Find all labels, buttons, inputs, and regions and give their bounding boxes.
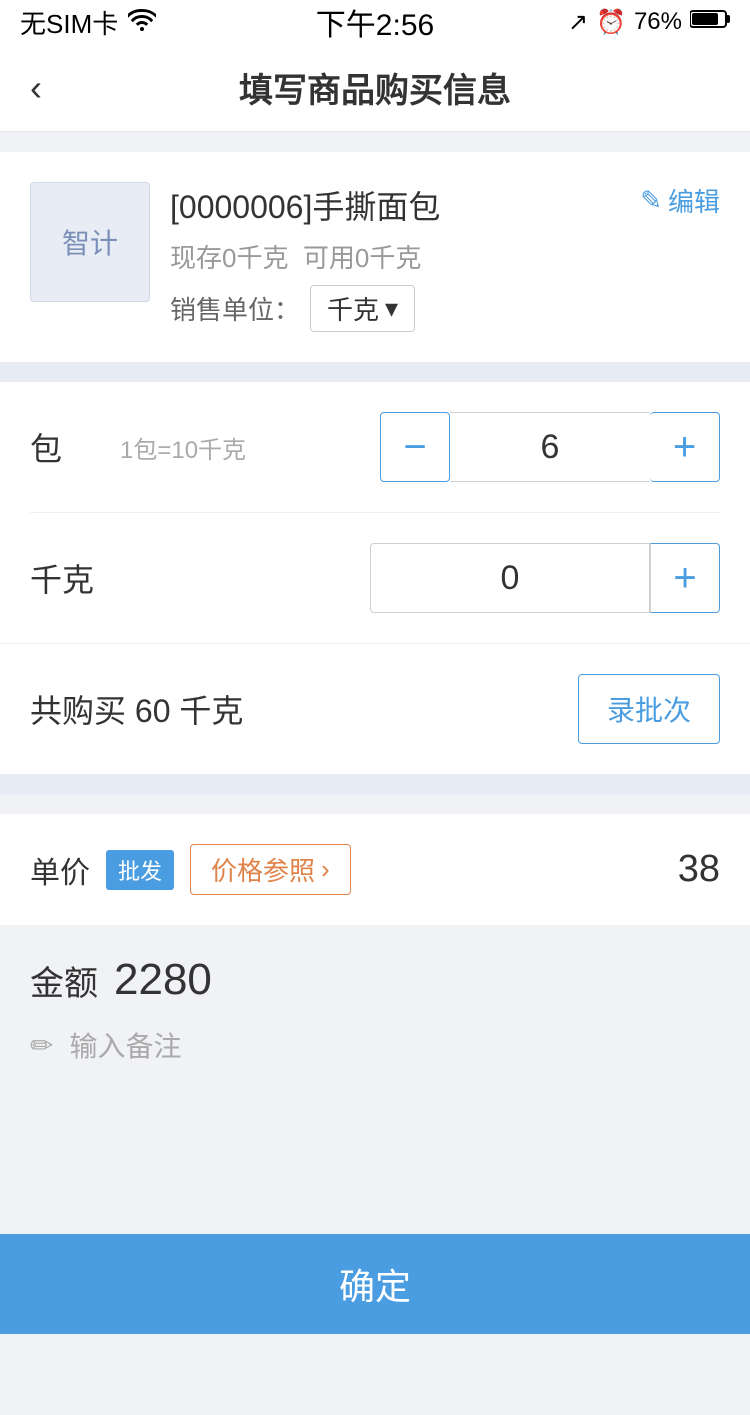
edit-icon: ✎ [640,185,662,216]
confirm-label: 确定 [339,1258,411,1310]
bag-quantity-input[interactable] [450,412,650,482]
edit-label: 编辑 [668,182,720,219]
pencil-icon: ✏ [30,1029,53,1062]
unit-label: 销售单位： [170,290,300,327]
battery-label: 76% [634,8,682,36]
kg-label: 千克 [30,555,110,601]
unit-dropdown[interactable]: 千克 ▾ [310,285,415,332]
unit-value: 千克 [327,290,379,327]
record-batch-button[interactable]: 录批次 [578,674,720,744]
wifi-icon [128,7,156,38]
kg-quantity-input[interactable] [370,543,650,613]
dropdown-arrow: ▾ [385,293,398,324]
location-icon: ↗ [568,8,588,37]
divider-1 [0,362,750,382]
product-thumbnail: 智计 [30,182,150,302]
note-row[interactable]: ✏ 输入备注 [30,1025,720,1065]
amount-row: 金额 2280 [30,955,720,1005]
price-ref-arrow: › [321,854,330,885]
nav-bar: ‹ 填写商品购买信息 [0,44,750,132]
input-section: 包 1包=10千克 − + 千克 + [0,382,750,643]
product-info: [0000006]手撕面包 现存0千克 可用0千克 销售单位： 千克 ▾ [170,182,720,332]
kg-plus-button[interactable]: + [650,543,720,613]
status-right: ↗ ⏰ 76% [568,8,730,37]
divider-2 [0,774,750,794]
carrier-label: 无SIM卡 [20,4,118,41]
summary-text: 共购买 60 千克 [30,686,243,732]
kg-controls: + [370,543,720,613]
price-section: 单价 批发 价格参照 › 38 [0,814,750,925]
amount-value: 2280 [114,955,212,1005]
bag-controls: − + [380,412,720,482]
amount-label: 金额 [30,956,98,1005]
price-ref-label: 价格参照 [211,851,315,888]
bag-plus-button[interactable]: + [650,412,720,482]
page-title: 填写商品购买信息 [239,63,511,112]
status-time: 下午2:56 [316,0,434,44]
battery-icon [690,8,730,36]
alarm-icon: ⏰ [596,8,626,37]
amount-section: 金额 2280 ✏ 输入备注 [0,925,750,1095]
product-name: [0000006]手撕面包 [170,182,720,228]
product-card: 智计 [0000006]手撕面包 现存0千克 可用0千克 销售单位： 千克 ▾ … [0,152,750,362]
price-type-tag: 批发 [106,850,174,890]
product-unit-row: 销售单位： 千克 ▾ [170,285,720,332]
status-left: 无SIM卡 [20,4,156,41]
price-label: 单价 [30,848,90,892]
summary-section: 共购买 60 千克 录批次 [0,643,750,774]
product-logo: 智计 [62,222,118,262]
status-bar: 无SIM卡 下午2:56 ↗ ⏰ 76% [0,0,750,44]
confirm-button[interactable]: 确定 [0,1234,750,1334]
bag-label: 包 [30,424,110,470]
price-value: 38 [678,848,720,891]
kg-input-row: 千克 + [30,513,720,643]
note-placeholder: 输入备注 [69,1025,181,1065]
edit-button[interactable]: ✎ 编辑 [640,182,720,219]
price-ref-button[interactable]: 价格参照 › [190,844,351,895]
back-button[interactable]: ‹ [30,67,42,109]
product-stock: 现存0千克 可用0千克 [170,238,720,275]
bag-minus-button[interactable]: − [380,412,450,482]
bag-sublabel: 1包=10千克 [120,430,246,465]
bag-input-row: 包 1包=10千克 − + [30,382,720,513]
